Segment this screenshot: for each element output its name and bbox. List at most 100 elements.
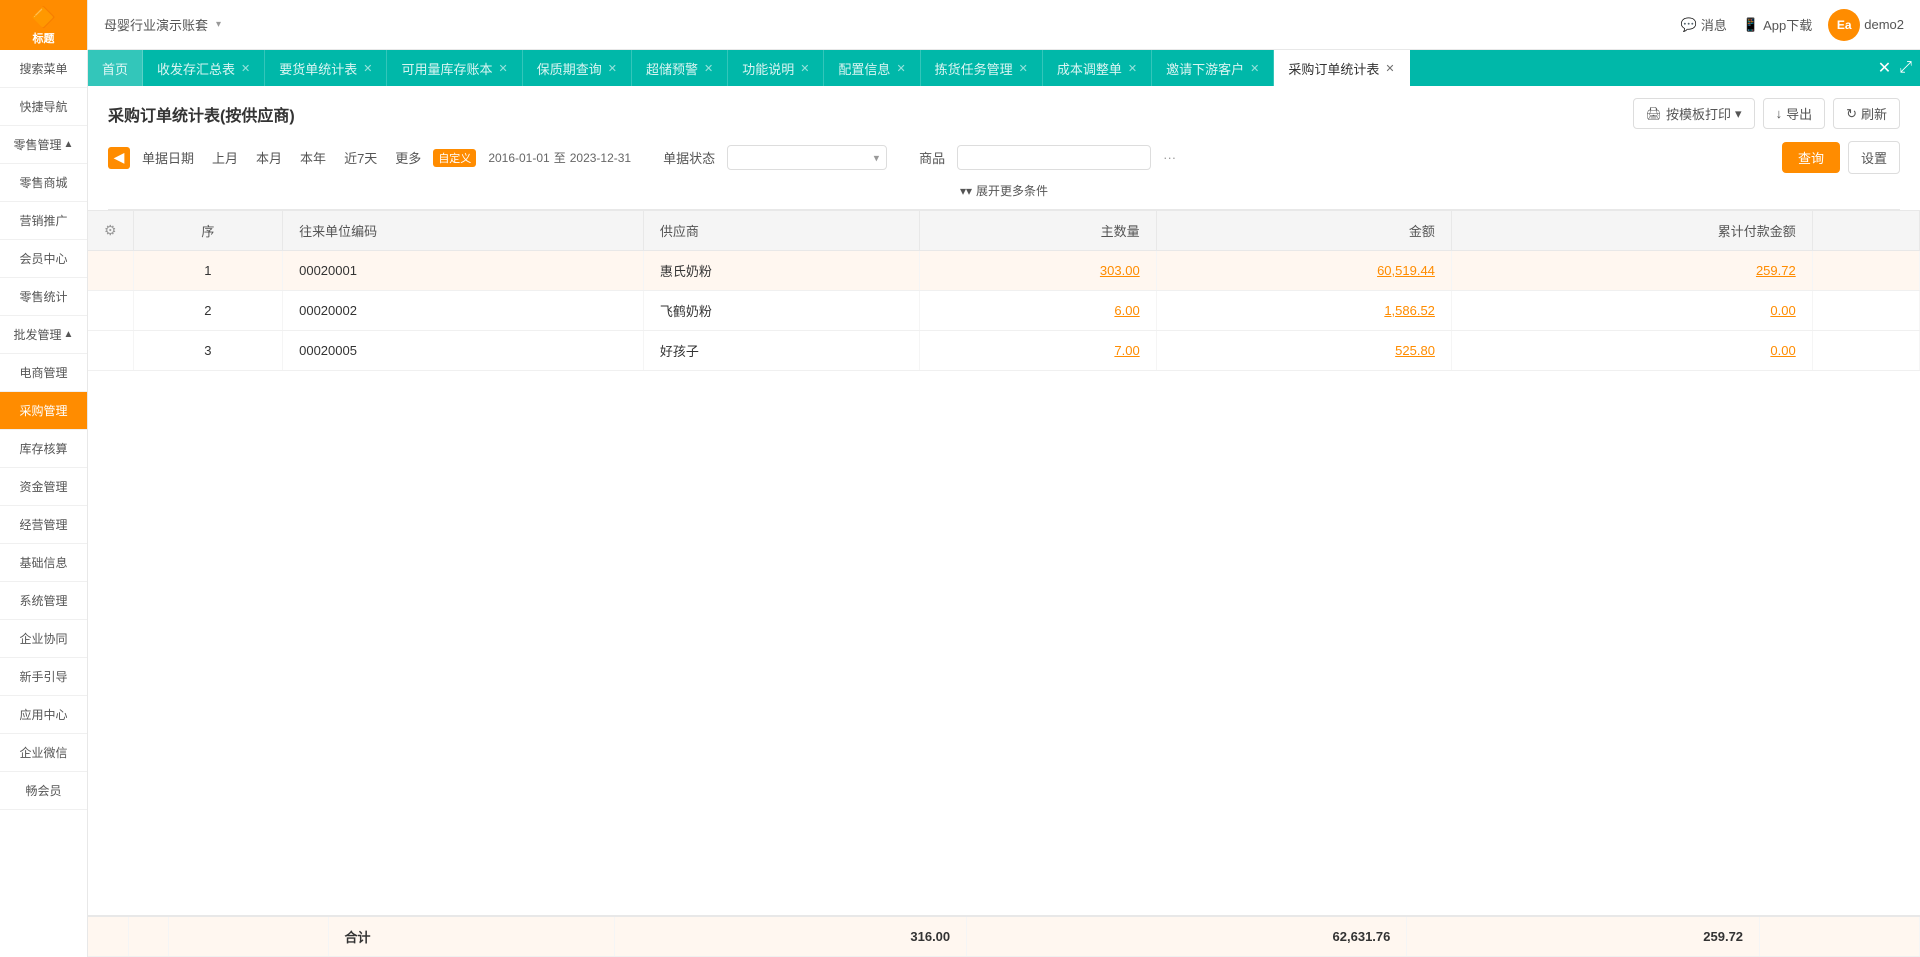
row-amount: 525.80 xyxy=(1156,331,1451,371)
tab-close-icon[interactable]: ✕ xyxy=(499,62,508,75)
custom-date-badge[interactable]: 自定义 xyxy=(433,149,476,167)
date-shortcut-more[interactable]: 更多 xyxy=(389,146,427,169)
refresh-btn[interactable]: ↻ 刷新 xyxy=(1833,98,1900,129)
template-print-btn[interactable]: 🖨 按模板打印 ▾ xyxy=(1633,98,1755,129)
expand-more-btn[interactable]: ▾▾ 展开更多条件 xyxy=(960,182,1048,199)
sidebar-item-appstore[interactable]: 应用中心 xyxy=(0,696,87,734)
row-settings xyxy=(88,291,133,331)
tab-close-icon[interactable]: ✕ xyxy=(608,62,617,75)
sidebar-item-retail-shop[interactable]: 零售商城 xyxy=(0,164,87,202)
app-download-btn[interactable]: 📱 App下载 xyxy=(1743,15,1812,34)
sidebar-item-inventory[interactable]: 库存核算 xyxy=(0,430,87,468)
tab-close-icon[interactable]: ✕ xyxy=(1019,62,1028,75)
status-select-wrapper[interactable]: 待审核 已审核 已完成 xyxy=(727,145,887,170)
main-qty-link[interactable]: 7.00 xyxy=(1114,343,1139,358)
tab-overstock[interactable]: 超储预警 ✕ xyxy=(632,50,728,86)
user-menu-btn[interactable]: Ea demo2 xyxy=(1828,9,1904,41)
tab-purchase-stats[interactable]: 采购订单统计表 ✕ xyxy=(1274,50,1409,86)
tab-order-stats[interactable]: 要货单统计表 ✕ xyxy=(265,50,387,86)
tab-label: 要货单统计表 xyxy=(279,59,357,78)
paid-link[interactable]: 259.72 xyxy=(1756,263,1796,278)
tab-close-icon[interactable]: ✕ xyxy=(1385,62,1394,75)
amount-link[interactable]: 60,519.44 xyxy=(1377,263,1435,278)
tab-home[interactable]: 首页 xyxy=(88,50,143,86)
footer-empty-cell xyxy=(1760,917,1920,957)
paid-link[interactable]: 0.00 xyxy=(1770,303,1795,318)
tab-invite-down[interactable]: 邀请下游客户 ✕ xyxy=(1152,50,1274,86)
tab-warranty[interactable]: 保质期查询 ✕ xyxy=(523,50,632,86)
app-logo[interactable]: 🔶 标题 xyxy=(0,0,87,50)
col-header-settings[interactable]: ⚙ xyxy=(88,211,133,251)
sidebar-item-operation[interactable]: 经营管理 xyxy=(0,506,87,544)
paid-link[interactable]: 0.00 xyxy=(1770,343,1795,358)
tab-close-icon[interactable]: ✕ xyxy=(704,62,713,75)
filter-toggle-btn[interactable]: ◀ xyxy=(108,147,130,169)
status-select[interactable]: 待审核 已审核 已完成 xyxy=(727,145,887,170)
row-paid-amount: 0.00 xyxy=(1451,331,1812,371)
sidebar-item-purchase[interactable]: 采购管理 xyxy=(0,392,87,430)
sidebar-item-vip[interactable]: 畅会员 xyxy=(0,772,87,810)
status-filter-label: 单据状态 xyxy=(663,148,715,167)
sidebar-item-search[interactable]: 搜索菜单 xyxy=(0,50,87,88)
amount-link[interactable]: 1,586.52 xyxy=(1384,303,1435,318)
workspace-name: 母婴行业演示账套 xyxy=(104,15,208,34)
tab-func-desc[interactable]: 功能说明 ✕ xyxy=(728,50,824,86)
page-title-actions: 🖨 按模板打印 ▾ ↓ 导出 ↻ 刷新 xyxy=(1633,98,1901,129)
sidebar-item-retail[interactable]: 零售管理▲ xyxy=(0,126,87,164)
tab-bar-right: ✕ ⤢ xyxy=(1878,58,1920,78)
page-title: 采购订单统计表(按供应商) xyxy=(108,102,295,126)
tab-close-icon[interactable]: ✕ xyxy=(896,62,905,75)
sidebar-item-basic[interactable]: 基础信息 xyxy=(0,544,87,582)
tab-close-icon[interactable]: ✕ xyxy=(241,62,250,75)
query-btn[interactable]: 查询 xyxy=(1782,142,1840,173)
tab-close-icon[interactable]: ✕ xyxy=(1250,62,1259,75)
table-row: 1 00020001 惠氏奶粉 303.00 60,519.44 259.72 xyxy=(88,251,1920,291)
tab-close-icon[interactable]: ✕ xyxy=(800,62,809,75)
expand-tabs-icon[interactable]: ⤢ xyxy=(1899,59,1912,77)
tab-close-icon[interactable]: ✕ xyxy=(1128,62,1137,75)
content-area: 采购订单统计表(按供应商) 🖨 按模板打印 ▾ ↓ 导出 ↻ 刷新 xyxy=(88,86,1920,957)
date-shortcut-prev-month[interactable]: 上月 xyxy=(206,146,244,169)
workspace-dropdown-icon: ▾ xyxy=(216,19,221,30)
goods-more-icon[interactable]: ··· xyxy=(1163,150,1176,165)
sidebar-item-wechat[interactable]: 企业微信 xyxy=(0,734,87,772)
col-header-main-qty: 主数量 xyxy=(920,211,1156,251)
sidebar-item-quicknav[interactable]: 快捷导航 xyxy=(0,88,87,126)
sidebar-item-ecommerce[interactable]: 电商管理 xyxy=(0,354,87,392)
message-btn[interactable]: 💬 消息 xyxy=(1681,15,1727,34)
date-shortcut-cur-year[interactable]: 本年 xyxy=(294,146,332,169)
sidebar-item-member[interactable]: 会员中心 xyxy=(0,240,87,278)
close-all-icon[interactable]: ✕ xyxy=(1878,58,1891,78)
sidebar-item-system[interactable]: 系统管理 xyxy=(0,582,87,620)
main-qty-link[interactable]: 303.00 xyxy=(1100,263,1140,278)
message-icon: 💬 xyxy=(1681,17,1697,33)
tab-pick-task[interactable]: 拣货任务管理 ✕ xyxy=(921,50,1043,86)
table-row: 3 00020005 好孩子 7.00 525.80 0.00 xyxy=(88,331,1920,371)
tab-close-icon[interactable]: ✕ xyxy=(363,62,372,75)
tab-receive-send[interactable]: 收发存汇总表 ✕ xyxy=(143,50,265,86)
tab-label: 成本调整单 xyxy=(1057,59,1122,78)
gear-icon[interactable]: ⚙ xyxy=(104,222,117,238)
sidebar-item-marketing[interactable]: 营销推广 xyxy=(0,202,87,240)
date-shortcut-cur-month[interactable]: 本月 xyxy=(250,146,288,169)
settings-btn[interactable]: 设置 xyxy=(1848,141,1900,174)
filter-bar: ◀ 单据日期 上月 本月 本年 近7天 更多 自定义 2016-01-01 至 … xyxy=(108,141,1900,210)
refresh-icon: ↻ xyxy=(1846,106,1857,122)
sidebar-item-retail-stats[interactable]: 零售统计 xyxy=(0,278,87,316)
col-header-empty xyxy=(1812,211,1919,251)
sidebar-item-wholesale[interactable]: 批发管理▲ xyxy=(0,316,87,354)
amount-link[interactable]: 525.80 xyxy=(1395,343,1435,358)
date-shortcut-7days[interactable]: 近7天 xyxy=(338,146,383,169)
row-settings xyxy=(88,331,133,371)
sidebar-item-guide[interactable]: 新手引导 xyxy=(0,658,87,696)
main-qty-link[interactable]: 6.00 xyxy=(1114,303,1139,318)
goods-input[interactable] xyxy=(957,145,1151,170)
date-filter-label: 单据日期 xyxy=(142,148,194,167)
sidebar-item-finance[interactable]: 资金管理 xyxy=(0,468,87,506)
sidebar-item-collab[interactable]: 企业协同 xyxy=(0,620,87,658)
workspace-selector[interactable]: 母婴行业演示账套 ▾ xyxy=(104,15,221,34)
tab-config[interactable]: 配置信息 ✕ xyxy=(824,50,920,86)
export-btn[interactable]: ↓ 导出 xyxy=(1763,98,1826,129)
tab-available-stock[interactable]: 可用量库存账本 ✕ xyxy=(387,50,522,86)
tab-cost-adj[interactable]: 成本调整单 ✕ xyxy=(1043,50,1152,86)
